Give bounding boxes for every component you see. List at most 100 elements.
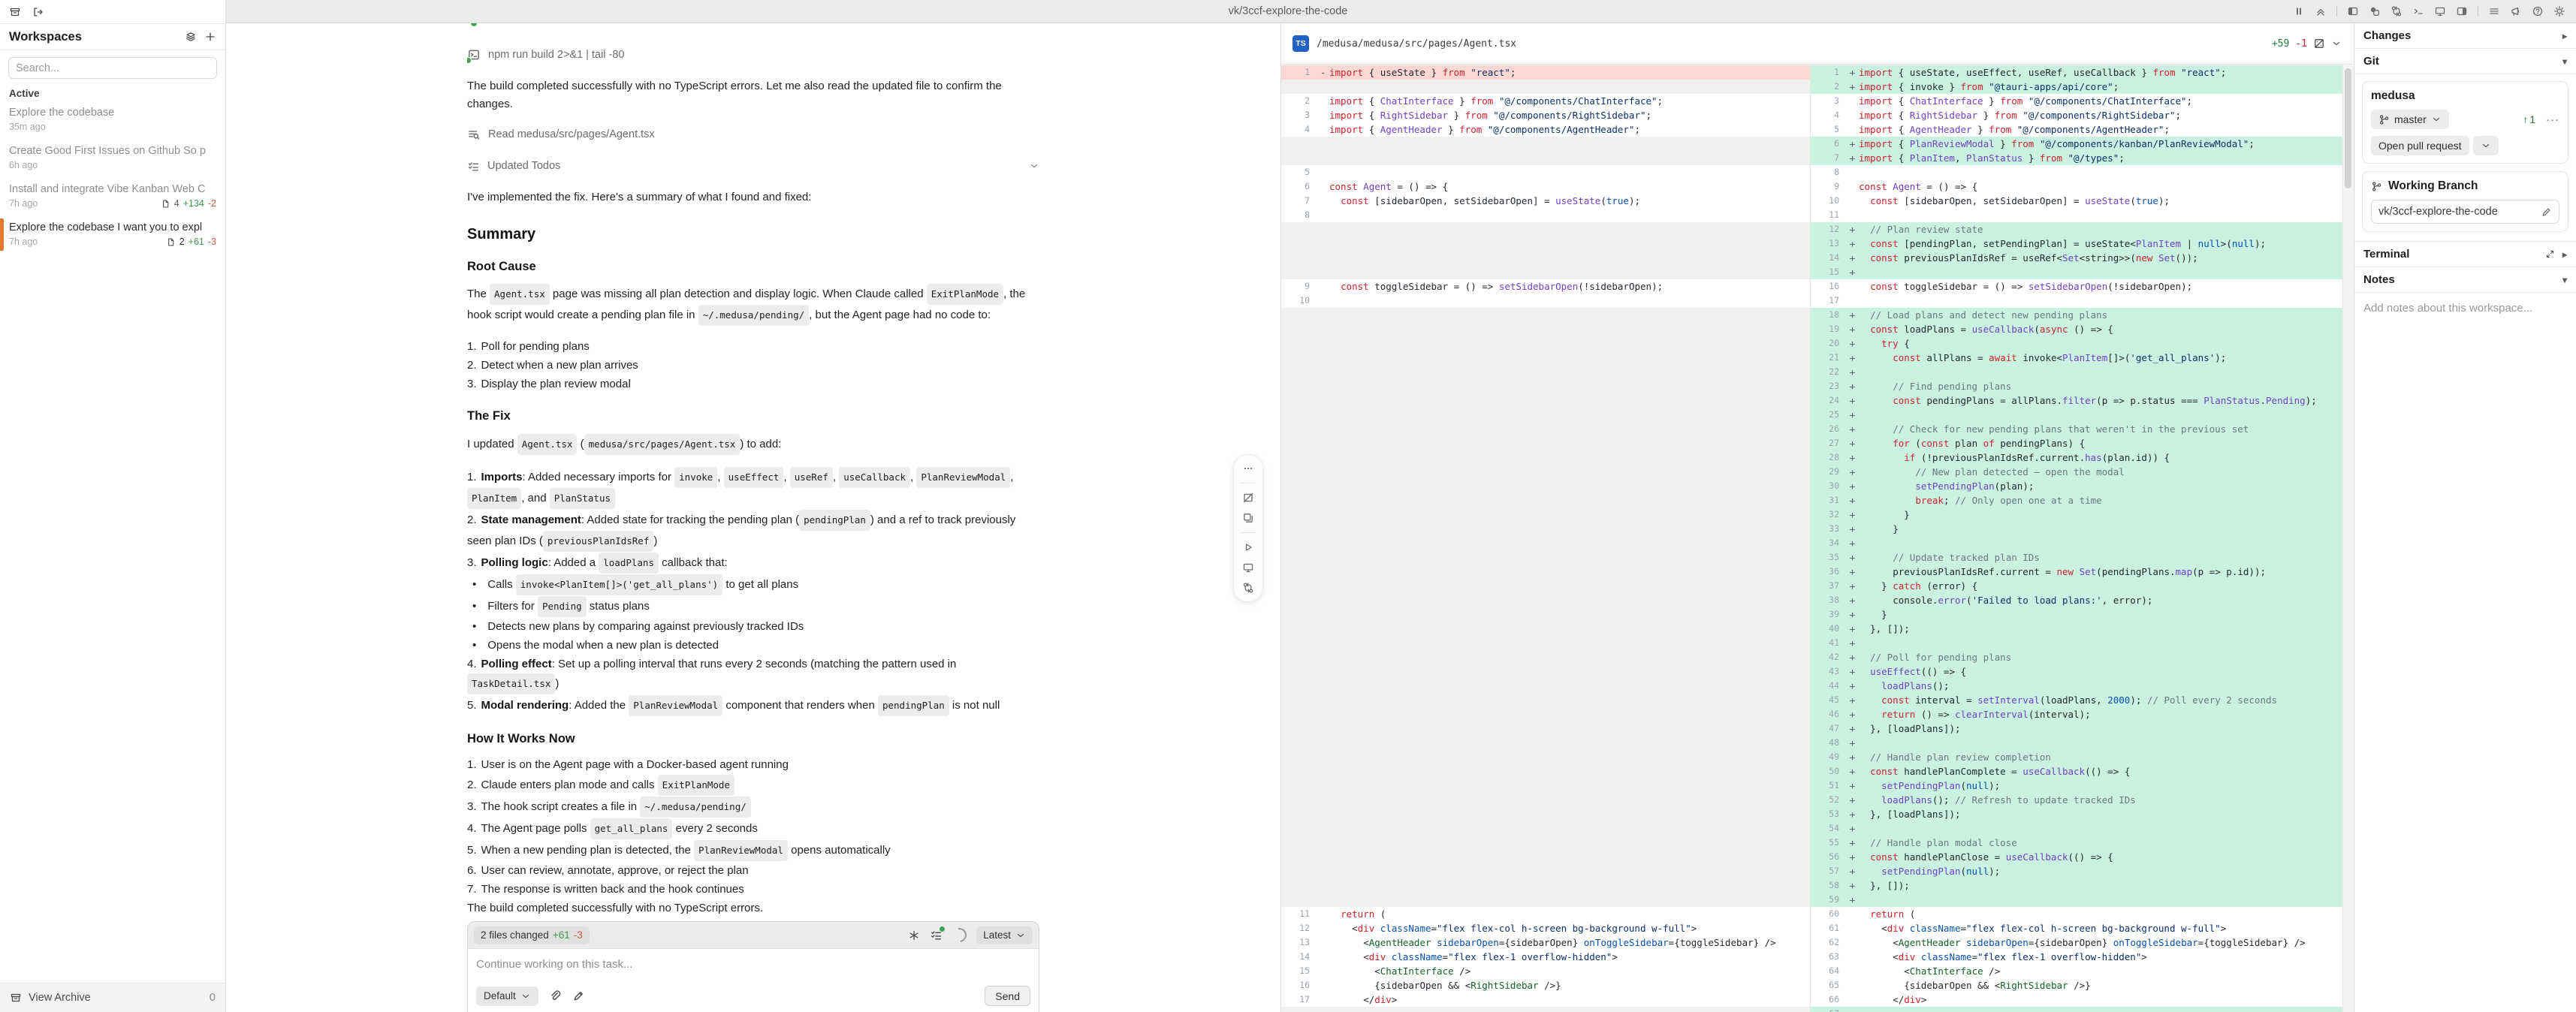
expand-icon[interactable] <box>2545 249 2555 259</box>
version-dropdown[interactable]: Latest <box>976 926 1033 944</box>
diff-split-view: 1-import { useState } from "react";2impo… <box>1281 65 2343 1012</box>
search-input[interactable] <box>8 57 217 79</box>
todos-icon[interactable] <box>930 929 943 941</box>
play-icon[interactable] <box>1242 541 1254 553</box>
diff-sign: + <box>1846 650 1859 664</box>
monitor-icon[interactable] <box>1242 562 1254 574</box>
tool-call-row[interactable]: Updated Todos <box>467 157 1039 175</box>
inline-code: Agent.tsx <box>490 284 550 305</box>
diff-sign: + <box>1846 750 1859 764</box>
asterisk-icon[interactable] <box>908 929 920 941</box>
code-line: // Find pending plans <box>1859 379 2343 393</box>
code-line <box>1329 137 1810 151</box>
section-changes[interactable]: Changes ▸ <box>2354 23 2576 49</box>
code-line <box>1329 251 1810 265</box>
message-placeholder: Continue working on this task... <box>476 958 1030 971</box>
hide-whitespace-icon[interactable] <box>2313 38 2325 50</box>
inline-code: ~/.medusa/pending/ <box>640 797 750 818</box>
diff-row: 2+import { invoke } from "@tauri-apps/ap… <box>1811 80 2343 94</box>
diff-sign: + <box>1846 408 1859 422</box>
git-compare-icon[interactable] <box>1242 582 1254 594</box>
code-line <box>1329 679 1810 693</box>
line-number: 17 <box>1811 294 1846 308</box>
diff-file-header[interactable]: TS /medusa/medusa/src/pages/Agent.tsx +5… <box>1281 23 2353 65</box>
open-pull-request-button[interactable]: Open pull request <box>2371 136 2469 155</box>
scrollbar-thumb[interactable] <box>2345 68 2351 188</box>
diff-sign <box>1846 921 1859 935</box>
code-line: const pendingPlans = allPlans.filter(p =… <box>1859 393 2343 408</box>
message-input[interactable]: Continue working on this task... Default… <box>468 949 1039 1012</box>
view-archive-label: View Archive <box>29 992 91 1004</box>
code-line <box>1859 408 2343 422</box>
diff-row <box>1281 607 1810 622</box>
chevron-down-icon[interactable] <box>1029 161 1039 171</box>
diff-sign <box>1317 750 1329 764</box>
line-number: 9 <box>1281 279 1317 294</box>
diff-row <box>1281 137 1810 151</box>
diff-row: 3import { ChatInterface } from "@/compon… <box>1811 94 2343 108</box>
image-off-icon[interactable] <box>1242 492 1254 504</box>
send-button[interactable]: Send <box>985 986 1030 1006</box>
diff-row: 36+ previousPlanIdsRef.current = new Set… <box>1811 565 2343 579</box>
archive-icon <box>10 992 22 1004</box>
diff-sign <box>1317 336 1329 351</box>
diff-sign <box>1317 208 1329 222</box>
line-number: 7 <box>1281 194 1317 208</box>
collapse-file-icon[interactable] <box>2331 38 2342 49</box>
code-line <box>1329 807 1810 821</box>
workspace-item[interactable]: Install and integrate Vibe Kanban Web C7… <box>0 177 225 215</box>
workspace-item[interactable]: Create Good First Issues on Github So p6… <box>0 139 225 177</box>
layers-icon[interactable] <box>185 31 197 43</box>
code-line <box>1329 493 1810 508</box>
diff-scrollbar[interactable] <box>2342 65 2353 1012</box>
paperclip-icon[interactable] <box>549 989 562 1002</box>
branch-dropdown[interactable]: master <box>2371 110 2449 129</box>
diff-sign <box>1846 122 1859 137</box>
notes-input[interactable]: Add notes about this workspace... <box>2354 293 2576 324</box>
mode-dropdown[interactable]: Default <box>476 986 538 1006</box>
diff-row: 9 const toggleSidebar = () => setSidebar… <box>1281 279 1810 294</box>
diff-sign: + <box>1846 351 1859 365</box>
diff-sign <box>1317 450 1329 465</box>
repo-name: medusa <box>2371 89 2559 103</box>
status-dot <box>471 23 477 26</box>
diff-sign <box>1317 550 1329 565</box>
bullet-list-item: •Filters for Pending status plans <box>467 596 1039 617</box>
diff-row: 11 return ( <box>1281 907 1810 921</box>
tool-call-row[interactable]: Read medusa/src/pages/Agent.tsx <box>467 125 1039 143</box>
section-notes[interactable]: Notes ▾ <box>2354 267 2576 293</box>
diff-sign: + <box>1846 236 1859 251</box>
line-number <box>1281 707 1317 721</box>
section-git[interactable]: Git ▾ <box>2354 49 2576 74</box>
diff-row <box>1281 236 1810 251</box>
tool-call-row[interactable]: npm run build 2>&1 | tail -80 <box>467 46 1039 64</box>
pen-icon[interactable] <box>572 989 585 1002</box>
diff-sign <box>1317 137 1329 151</box>
code-line: previousPlanIdsRef.current = new Set(pen… <box>1859 565 2343 579</box>
drag-dots-icon[interactable] <box>1242 462 1254 474</box>
line-number: 5 <box>1281 165 1317 179</box>
section-terminal[interactable]: Terminal ▸ <box>2354 242 2576 267</box>
diff-row <box>1281 750 1810 764</box>
line-number <box>1281 664 1317 679</box>
archive-icon[interactable] <box>9 6 21 18</box>
section-heading: Root Cause <box>467 259 1039 275</box>
pr-options-dropdown[interactable] <box>2473 136 2499 155</box>
workspace-item[interactable]: Explore the codebase I want you to expl7… <box>0 215 225 254</box>
more-actions-button[interactable]: ··· <box>2546 113 2559 126</box>
assistant-paragraph: I've implemented the fix. Here's a summa… <box>467 188 1039 206</box>
sign-out-icon[interactable] <box>32 6 44 18</box>
add-workspace-button[interactable] <box>204 31 216 43</box>
working-branch-input[interactable]: vk/3ccf-explore-the-code <box>2371 200 2559 224</box>
files-changed-chip[interactable]: 2 files changed +61 -3 <box>474 926 590 944</box>
pencil-icon[interactable] <box>2541 206 2552 218</box>
view-archive-button[interactable]: View Archive 0 <box>0 983 225 1012</box>
diff-row <box>1281 308 1810 322</box>
line-number: 25 <box>1811 408 1846 422</box>
code-line: break; // Only open one at a time <box>1859 493 2343 508</box>
inline-code: medusa/src/pages/Agent.tsx <box>584 434 741 455</box>
file-path: /medusa/medusa/src/pages/Agent.tsx <box>1317 38 2264 50</box>
workspace-item[interactable]: Explore the codebase35m ago <box>0 101 225 139</box>
commits-ahead: ↑1 <box>2523 113 2535 125</box>
copy-icon[interactable] <box>1242 512 1254 524</box>
